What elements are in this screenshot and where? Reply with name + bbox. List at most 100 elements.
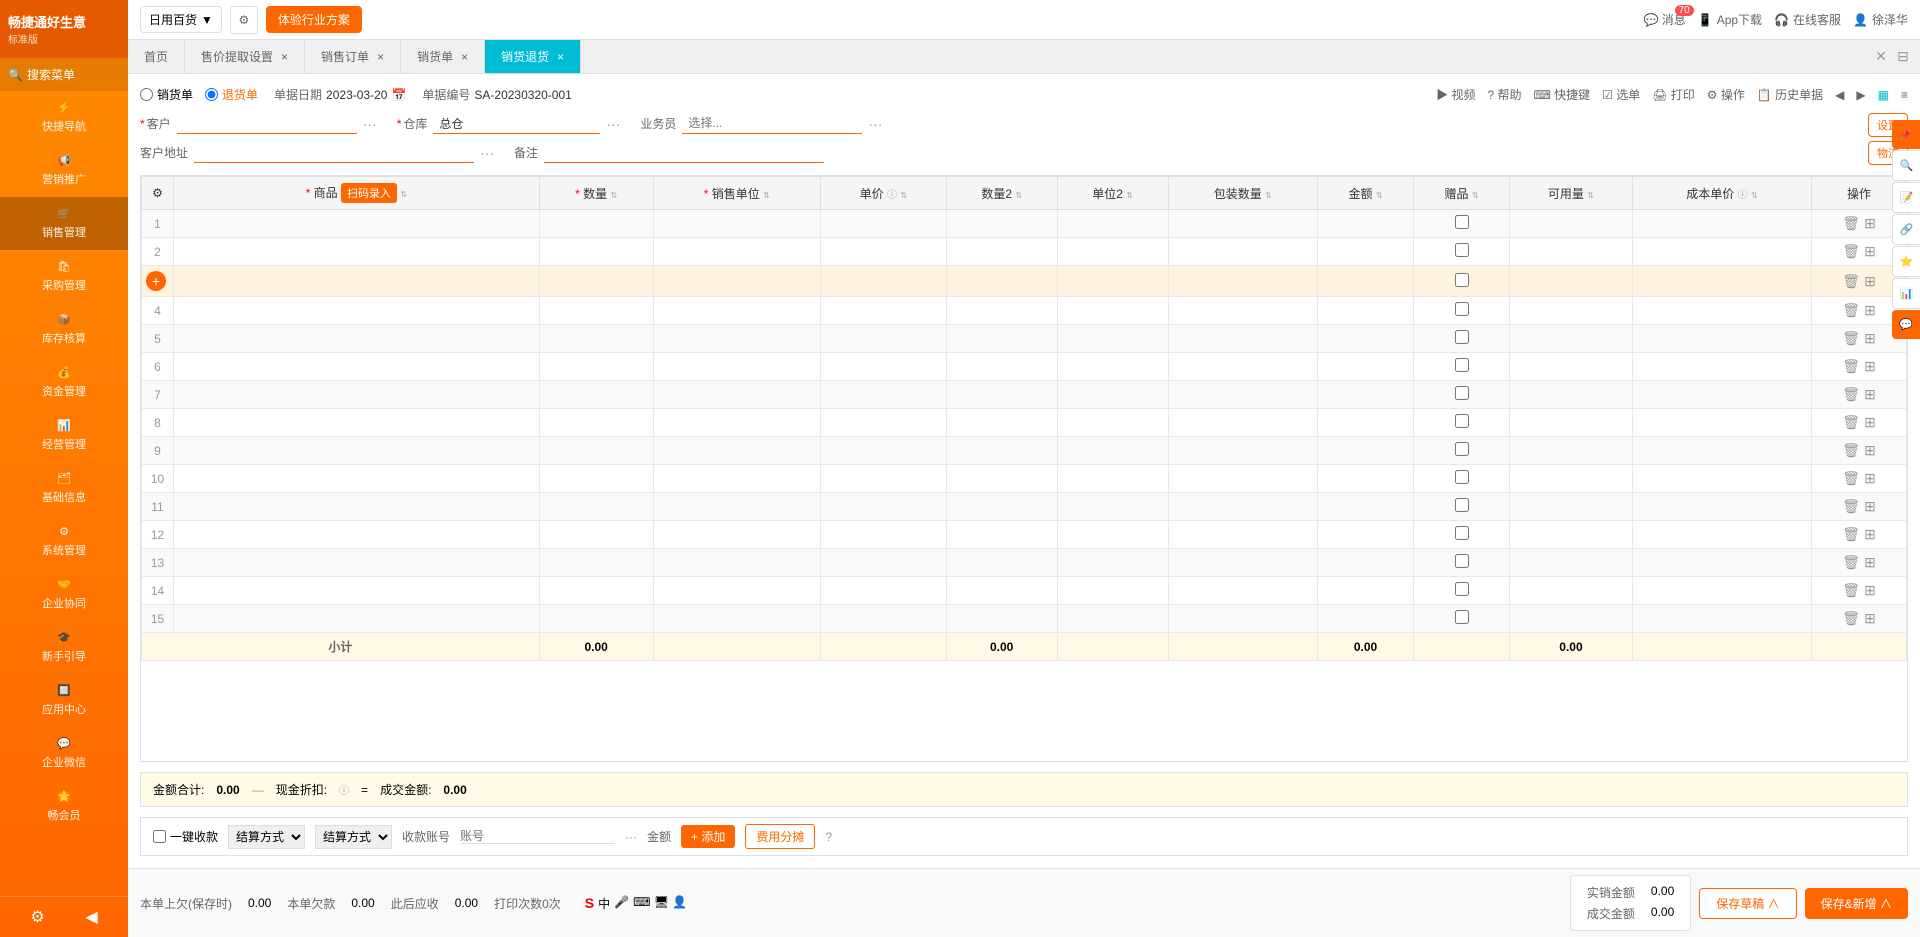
prev-btn[interactable]: ◀	[1835, 88, 1844, 102]
amount-cell-14[interactable]	[1318, 577, 1414, 605]
delete-icon-3[interactable]: 🗑	[1842, 273, 1860, 290]
sidebar-item-vip[interactable]: 🌟 畅会员	[0, 780, 128, 833]
pack-qty-cell-13[interactable]	[1168, 549, 1318, 577]
account-input[interactable]	[460, 829, 615, 844]
radio-sale-input[interactable]	[140, 88, 153, 101]
sidebar-item-finance[interactable]: 💰 资金管理	[0, 356, 128, 409]
amount-cell-6[interactable]	[1318, 353, 1414, 381]
sidebar-item-marketing[interactable]: 📢 营销推广	[0, 144, 128, 197]
pack-qty-cell-2[interactable]	[1168, 238, 1318, 266]
available-cell-11[interactable]	[1510, 493, 1633, 521]
delete-icon-2[interactable]: 🗑	[1842, 243, 1860, 260]
radio-return[interactable]: 退货单	[205, 86, 258, 103]
history-btn[interactable]: 📋 历史单据	[1757, 86, 1823, 103]
gift-cell-8[interactable]	[1414, 409, 1510, 437]
delete-icon-11[interactable]: 🗑	[1842, 498, 1860, 515]
remark-input[interactable]	[544, 142, 824, 163]
pack-qty-cell-3[interactable]	[1168, 266, 1318, 297]
qty-cell-8[interactable]	[539, 409, 653, 437]
sort-price-icon[interactable]: ⇅	[900, 191, 907, 200]
delete-icon-7[interactable]: 🗑	[1842, 386, 1860, 403]
copy-icon-13[interactable]: ⊞	[1864, 554, 1876, 571]
gift-checkbox-7[interactable]	[1455, 386, 1469, 400]
delete-icon-10[interactable]: 🗑	[1842, 470, 1860, 487]
unit-price-cell-3[interactable]	[820, 266, 946, 297]
window-maximize-btn[interactable]: ⊟	[1894, 48, 1912, 66]
unit-price-cell-5[interactable]	[820, 325, 946, 353]
calendar-icon[interactable]: 📅	[391, 88, 406, 102]
qty2-cell-11[interactable]	[946, 493, 1057, 521]
available-cell-1[interactable]	[1510, 210, 1633, 238]
unit2-cell-9[interactable]	[1057, 437, 1168, 465]
radio-return-input[interactable]	[205, 88, 218, 101]
pack-qty-cell-1[interactable]	[1168, 210, 1318, 238]
unit-price-cell-12[interactable]	[820, 521, 946, 549]
sale-unit-cell-1[interactable]	[653, 210, 820, 238]
unit2-cell-1[interactable]	[1057, 210, 1168, 238]
sidebar-item-shortcuts[interactable]: ⚡ 快捷导航	[0, 91, 128, 144]
qty2-cell-10[interactable]	[946, 465, 1057, 493]
gift-cell-10[interactable]	[1414, 465, 1510, 493]
gift-cell-13[interactable]	[1414, 549, 1510, 577]
print-btn[interactable]: 🖨 打印	[1652, 86, 1695, 103]
app-download[interactable]: 📱 App下载	[1698, 11, 1762, 28]
qty2-cell-6[interactable]	[946, 353, 1057, 381]
gift-checkbox-14[interactable]	[1455, 582, 1469, 596]
expense-split-btn[interactable]: 费用分摊	[745, 824, 815, 849]
gift-cell-9[interactable]	[1414, 437, 1510, 465]
qty-cell-10[interactable]	[539, 465, 653, 493]
cost-price-cell-5[interactable]	[1632, 325, 1811, 353]
salesperson-select-btn[interactable]: ···	[868, 116, 882, 132]
qty-cell-14[interactable]	[539, 577, 653, 605]
sort-product-icon[interactable]: ⇅	[400, 190, 407, 199]
shortcut-btn[interactable]: ⌨ 快捷键	[1533, 86, 1590, 103]
unit2-cell-13[interactable]	[1057, 549, 1168, 577]
customer-select-btn[interactable]: ···	[363, 116, 377, 132]
qty-cell-6[interactable]	[539, 353, 653, 381]
qty2-cell-12[interactable]	[946, 521, 1057, 549]
unit-price-cell-8[interactable]	[820, 409, 946, 437]
gift-checkbox-5[interactable]	[1455, 330, 1469, 344]
cost-price-cell-13[interactable]	[1632, 549, 1811, 577]
unit2-cell-6[interactable]	[1057, 353, 1168, 381]
gift-cell-7[interactable]	[1414, 381, 1510, 409]
qty-cell-2[interactable]	[539, 238, 653, 266]
qty2-cell-5[interactable]	[946, 325, 1057, 353]
sidebar-item-sales[interactable]: 🛒 销售管理	[0, 197, 128, 250]
right-panel-btn-2[interactable]: 🔍	[1892, 150, 1920, 181]
copy-icon-8[interactable]: ⊞	[1864, 414, 1876, 431]
amount-cell-4[interactable]	[1318, 297, 1414, 325]
delete-icon-12[interactable]: 🗑	[1842, 526, 1860, 543]
qty2-cell-9[interactable]	[946, 437, 1057, 465]
topbar-settings-btn[interactable]: ⚙	[230, 6, 258, 34]
available-cell-14[interactable]	[1510, 577, 1633, 605]
product-cell-4[interactable]	[174, 297, 540, 325]
unit-price-cell-14[interactable]	[820, 577, 946, 605]
gift-cell-6[interactable]	[1414, 353, 1510, 381]
qty-cell-7[interactable]	[539, 381, 653, 409]
tab-sales[interactable]: 销货单 ×	[401, 40, 485, 73]
product-cell-2[interactable]	[174, 238, 540, 266]
available-cell-12[interactable]	[1510, 521, 1633, 549]
gift-cell-11[interactable]	[1414, 493, 1510, 521]
sidebar-item-enterprise[interactable]: 🤝 企业协同	[0, 568, 128, 621]
unit-price-cell-2[interactable]	[820, 238, 946, 266]
qty2-cell-15[interactable]	[946, 605, 1057, 633]
available-cell-2[interactable]	[1510, 238, 1633, 266]
unit2-cell-15[interactable]	[1057, 605, 1168, 633]
gift-cell-4[interactable]	[1414, 297, 1510, 325]
help-btn[interactable]: ? 帮助	[1487, 86, 1521, 103]
amount-cell-9[interactable]	[1318, 437, 1414, 465]
unit-price-cell-13[interactable]	[820, 549, 946, 577]
calc-method-select[interactable]: 结算方式	[228, 825, 305, 849]
sidebar-item-inventory[interactable]: 📦 库存核算	[0, 303, 128, 356]
amount-cell-8[interactable]	[1318, 409, 1414, 437]
copy-icon-1[interactable]: ⊞	[1864, 215, 1876, 232]
copy-icon-10[interactable]: ⊞	[1864, 470, 1876, 487]
qty2-cell-3[interactable]	[946, 266, 1057, 297]
qty2-cell-2[interactable]	[946, 238, 1057, 266]
gift-cell-14[interactable]	[1414, 577, 1510, 605]
unit2-cell-10[interactable]	[1057, 465, 1168, 493]
qty-cell-1[interactable]	[539, 210, 653, 238]
unit2-cell-3[interactable]	[1057, 266, 1168, 297]
